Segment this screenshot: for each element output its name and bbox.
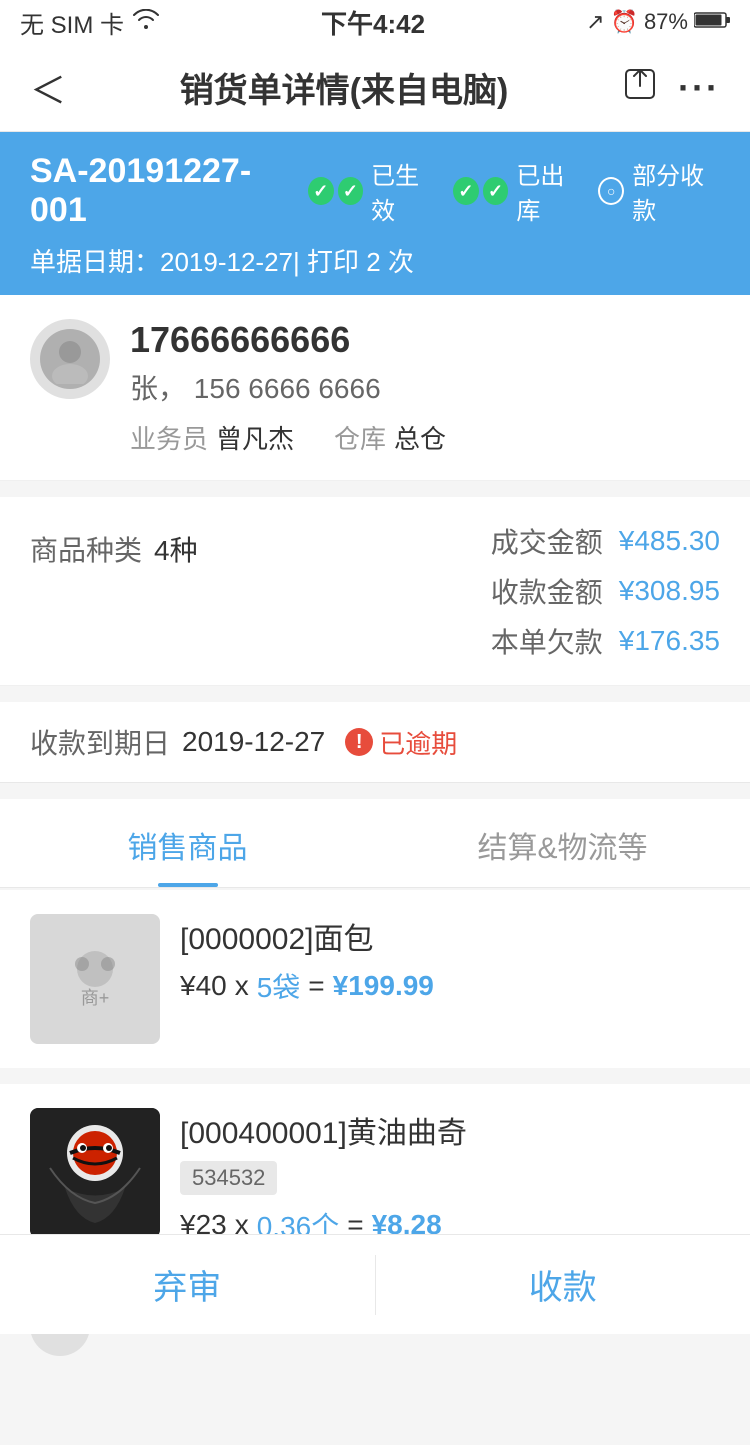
date-value: 2019-12-27	[160, 247, 293, 277]
customer-phone: 张， 156 6666 6666	[130, 367, 720, 407]
product-item: 商+ [0000002]面包 ¥40 x 5袋 = ¥199.99	[0, 890, 750, 1068]
badge-shipped: ✓ 已出库	[453, 156, 582, 226]
nav-title: 销货单详情(来自电脑)	[180, 63, 509, 112]
summary-section: 商品种类 4种 成交金额 ¥485.30 收款金额 ¥308.95 本单欠款 ¥…	[0, 497, 750, 686]
product-types-label: 商品种类	[30, 529, 142, 569]
cancel-review-button[interactable]: 弃审	[0, 1240, 375, 1329]
overdue-label: 已逾期	[379, 724, 457, 761]
tabs-row: 销售商品 结算&物流等	[0, 799, 750, 888]
more-button[interactable]: ···	[678, 67, 720, 109]
customer-info: 17666666666 张， 156 6666 6666 业务员 曾凡杰 仓库 …	[130, 319, 720, 456]
customer-section: 17666666666 张， 156 6666 6666 业务员 曾凡杰 仓库 …	[0, 295, 750, 481]
due-date-label: 收款到期日	[30, 722, 170, 762]
product-price-base-1: ¥40	[180, 970, 227, 1002]
tab-settlement[interactable]: 结算&物流等	[375, 799, 750, 887]
banner-row2: 单据日期：2019-12-27| 打印 2 次	[30, 242, 720, 279]
svg-text:商+: 商+	[81, 988, 110, 1008]
bottom-bar: 弃审 收款	[0, 1234, 750, 1334]
owed-amount-row: 本单欠款 ¥176.35	[491, 621, 720, 661]
product-list: 商+ [0000002]面包 ¥40 x 5袋 = ¥199.99	[0, 890, 750, 1445]
product-sku-badge-2: 534532	[180, 1161, 277, 1195]
product-name-1: [0000002]面包	[180, 914, 720, 958]
wifi-icon	[132, 8, 160, 36]
back-button[interactable]: ＜	[30, 62, 66, 114]
received-amount-label: 收款金额	[491, 571, 603, 611]
header-banner: SA-20191227-001 ✓ 已生效 ✓ 已出库 ○ 部分收款 单据日期：…	[0, 132, 750, 295]
product-types-value: 4种	[154, 529, 198, 569]
product-quantity-1: 5袋	[257, 966, 301, 1006]
product-thumb-placeholder-1: 商+	[30, 914, 160, 1044]
deal-amount-row: 成交金额 ¥485.30	[491, 521, 720, 561]
overdue-icon: !	[345, 728, 373, 756]
product-equals-1: =	[308, 970, 324, 1002]
deal-amount-value: ¥485.30	[619, 525, 720, 557]
status-bar-time: 下午4:42	[321, 4, 425, 41]
salesman-item: 业务员 曾凡杰	[130, 419, 294, 456]
customer-meta: 业务员 曾凡杰 仓库 总仓	[130, 419, 720, 456]
warehouse-value: 总仓	[394, 419, 446, 456]
received-amount-value: ¥308.95	[619, 575, 720, 607]
carrier-label: 无 SIM 卡	[20, 5, 124, 40]
battery-icon	[694, 9, 730, 35]
deal-amount-label: 成交金额	[491, 521, 603, 561]
owed-amount-label: 本单欠款	[491, 621, 603, 661]
due-section: 收款到期日 2019-12-27 ! 已逾期	[0, 702, 750, 783]
nav-left: ＜	[30, 62, 66, 114]
tabs-section: 销售商品 结算&物流等	[0, 799, 750, 888]
overdue-badge: ! 已逾期	[345, 724, 457, 761]
date-label: 单据日期：	[30, 247, 160, 277]
partial-clock-icon: ○	[598, 177, 624, 205]
received-amount-row: 收款金额 ¥308.95	[491, 571, 720, 611]
badge-effective: ✓ 已生效	[308, 156, 437, 226]
summary-right: 成交金额 ¥485.30 收款金额 ¥308.95 本单欠款 ¥176.35	[491, 521, 720, 661]
summary-left: 商品种类 4种	[30, 521, 198, 569]
customer-account-id: 17666666666	[130, 319, 720, 361]
product-thumb-2	[30, 1108, 160, 1238]
alarm-icon: ⏰	[611, 9, 638, 35]
print-info: | 打印 2 次	[293, 247, 414, 277]
salesman-value: 曾凡杰	[216, 419, 294, 456]
effective-check-icon: ✓	[338, 177, 364, 205]
summary-row: 商品种类 4种 成交金额 ¥485.30 收款金额 ¥308.95 本单欠款 ¥…	[30, 521, 720, 661]
product-info-1: [0000002]面包 ¥40 x 5袋 = ¥199.99	[180, 914, 720, 1006]
product-name-2: [000400001]黄油曲奇	[180, 1108, 720, 1152]
product-total-1: ¥199.99	[333, 970, 434, 1002]
warehouse-item: 仓库 总仓	[334, 419, 446, 456]
owed-amount-value: ¥176.35	[619, 625, 720, 657]
product-price-row-1: ¥40 x 5袋 = ¥199.99	[180, 966, 720, 1006]
due-date-value: 2019-12-27	[182, 726, 325, 758]
battery-label: 87%	[644, 9, 688, 35]
avatar	[30, 319, 110, 399]
collect-payment-button[interactable]: 收款	[376, 1240, 750, 1329]
shipped-check-icon: ✓	[483, 177, 509, 205]
product-multiply-1: x	[235, 970, 249, 1002]
nav-bar: ＜ 销货单详情(来自电脑) ···	[0, 44, 750, 132]
badge-partial: ○ 部分收款	[598, 156, 720, 226]
product-types-item: 商品种类 4种	[30, 529, 198, 569]
tab-products[interactable]: 销售商品	[0, 799, 375, 887]
status-bar-right: ↗ ⏰ 87%	[586, 9, 730, 35]
nav-right: ···	[622, 66, 720, 109]
status-bar: 无 SIM 卡 下午4:42 ↗ ⏰ 87%	[0, 0, 750, 44]
share-button[interactable]	[622, 66, 658, 109]
order-id: SA-20191227-001	[30, 152, 288, 230]
avatar-icon	[40, 329, 100, 389]
warehouse-label: 仓库	[334, 419, 386, 456]
banner-badges: ✓ 已生效 ✓ 已出库 ○ 部分收款	[308, 156, 720, 226]
status-bar-left: 无 SIM 卡	[20, 5, 160, 40]
product-info-2: [000400001]黄油曲奇 534532 ¥23 x 0.36个 = ¥8.…	[180, 1108, 720, 1245]
salesman-label: 业务员	[130, 419, 208, 456]
banner-row1: SA-20191227-001 ✓ 已生效 ✓ 已出库 ○ 部分收款	[30, 152, 720, 230]
product-thumb-1: 商+	[30, 914, 160, 1044]
location-icon: ↗	[586, 9, 604, 35]
